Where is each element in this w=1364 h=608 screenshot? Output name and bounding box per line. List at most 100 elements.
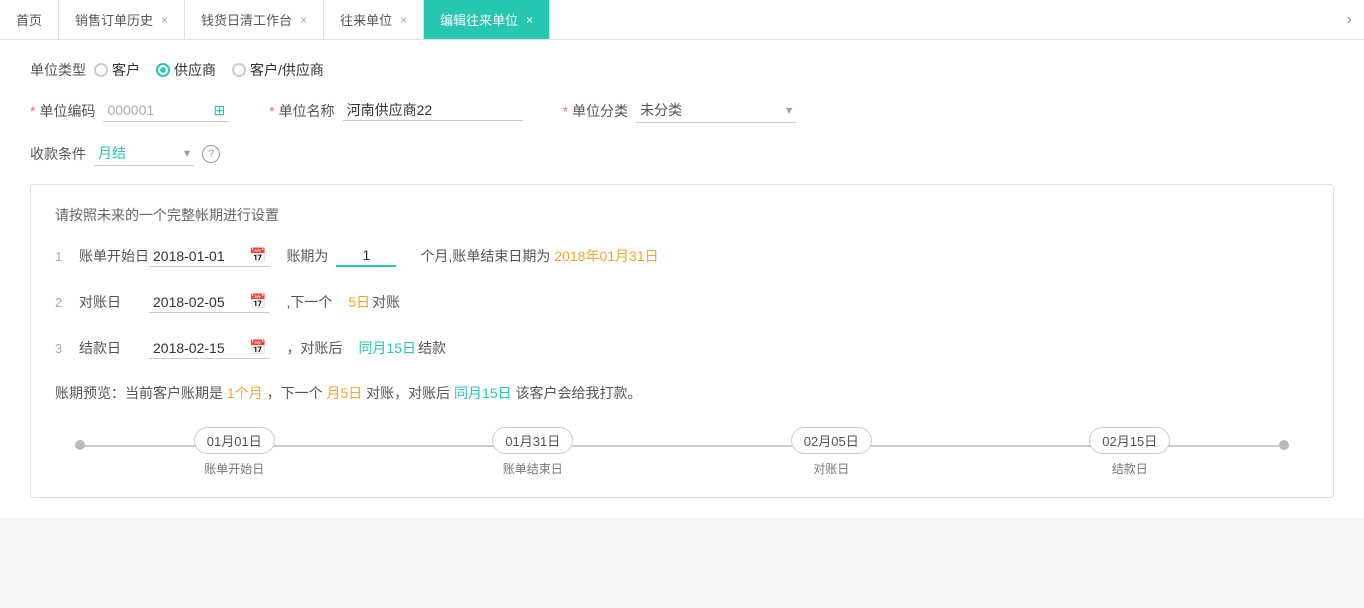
unit-category-value: 未分类 [640,100,786,120]
preview-text: 账期预览：当前客户账期是 1个月 ，下一个 月5日 对账，对账后 同月15日 该… [55,383,1309,403]
close-sales-history[interactable]: × [161,13,168,27]
help-icon[interactable]: ? [202,145,220,163]
row-num-1: 1 [55,249,79,264]
radio-supplier[interactable]: 供应商 [156,60,216,80]
unit-category-label: 单位分类 [572,101,628,121]
left-dot [75,440,85,450]
unit-name-label: 单位名称 [279,101,335,121]
unit-code-input-wrap: ⊞ [103,100,229,122]
unit-code-label: 单位编码 [39,101,95,121]
start-date-calendar-icon[interactable]: 📅 [249,247,266,264]
unit-type-label: 单位类型 [30,60,86,80]
payment-day-highlight: 同月15日 [358,338,416,358]
unit-category-group: * 单位分类 未分类 ▾ [563,98,796,123]
unit-code-group: * 单位编码 ⊞ [30,100,229,122]
payment-date-prefix: ，对账后 [286,338,342,358]
end-date-highlight: 2018年01月31日 [554,246,658,266]
row-num-3: 3 [55,341,79,356]
payment-dropdown-icon: ▾ [184,146,190,160]
reconcile-prefix: ,下一个 [286,292,332,312]
timeline-desc-1: 账单开始日 [204,460,264,477]
payment-value: 月结 [98,143,184,163]
tab-cash-work[interactable]: 钱货日清工作台 × [185,0,324,39]
reconcile-date-row: 2 对账日 📅 ,下一个 5日 对账 [55,291,1309,313]
preview-end: 该客户会给我打款。 [516,385,642,401]
unit-type-radio-group: 客户 供应商 客户/供应商 [94,60,324,80]
timeline-label-3: 02月05日 [791,427,872,454]
copy-icon[interactable]: ⊞ [213,102,225,119]
row-num-2: 2 [55,295,79,310]
tab-sales-history[interactable]: 销售订单历史 × [59,0,185,39]
payment-select[interactable]: 月结 ▾ [94,141,194,166]
preview-month: 1个月 [227,385,263,401]
radio-label-supplier: 供应商 [174,60,216,80]
tab-edit-partner[interactable]: 编辑往来单位 × [424,0,550,39]
radio-circle-both [232,63,246,77]
unit-code-input[interactable] [107,102,207,118]
timeline-desc-2: 账单结束日 [503,460,563,477]
payment-date-label: 结款日 [79,338,149,358]
timeline: 01月01日 账单开始日 01月31日 账单结束日 02月05日 对账日 [65,427,1299,477]
preview-sep2: 对账，对账后 [366,385,450,401]
category-dropdown-icon: ▾ [786,103,792,117]
reconcile-date-label: 对账日 [79,292,149,312]
radio-both[interactable]: 客户/供应商 [232,60,324,80]
main-content: 单位类型 客户 供应商 客户/供应商 * 单位编码 [0,40,1364,518]
right-dot [1279,440,1289,450]
timeline-label-4: 02月15日 [1089,427,1170,454]
payment-row: 收款条件 月结 ▾ ? [30,141,1334,166]
payment-calendar-icon[interactable]: 📅 [249,339,266,356]
unit-info-row: * 单位编码 ⊞ * 单位名称 * 单位分类 未分类 ▾ [30,98,1334,123]
tab-more-button[interactable]: › [1335,11,1364,29]
preview-15th: 同月15日 [454,385,512,401]
preview-label: 账期预览：当前客户账期是 [55,385,223,401]
timeline-label-2: 01月31日 [492,427,573,454]
unit-category-select[interactable]: 未分类 ▾ [636,98,796,123]
radio-circle-supplier [156,63,170,77]
unit-name-input[interactable] [343,100,523,121]
reconcile-calendar-icon[interactable]: 📅 [249,293,266,310]
period-prefix: 账期为 [286,246,328,266]
period-input[interactable] [336,245,396,267]
unit-type-row: 单位类型 客户 供应商 客户/供应商 [30,60,1334,80]
payment-date-row: 3 结款日 📅 ，对账后 同月15日 结款 [55,337,1309,359]
required-star-code: * [30,103,35,119]
payment-label: 收款条件 [30,144,86,164]
tab-partner-unit[interactable]: 往来单位 × [324,0,424,39]
payment-date-input[interactable] [153,340,243,356]
payment-group: 收款条件 月结 ▾ ? [30,141,220,166]
radio-customer[interactable]: 客户 [94,60,140,80]
close-partner-unit[interactable]: × [400,13,407,27]
start-date-input-wrap: 📅 [149,245,270,267]
start-date-label: 账单开始日 [79,246,149,266]
start-date-input[interactable] [153,248,243,264]
close-edit-partner[interactable]: × [526,13,533,27]
timeline-right-dot [1279,427,1289,450]
tab-home[interactable]: 首页 [0,0,59,39]
timeline-left-dot [75,427,85,450]
payment-date-input-wrap: 📅 [149,337,270,359]
reconcile-date-input-wrap: 📅 [149,291,270,313]
period-suffix: 个月,账单结束日期为 [420,246,550,266]
preview-5th: 月5日 [326,385,362,401]
unit-name-group: * 单位名称 [269,100,522,121]
radio-label-both: 客户/供应商 [250,60,324,80]
payment-date-suffix: 结款 [418,338,446,358]
reconcile-date-input[interactable] [153,294,243,310]
radio-label-customer: 客户 [112,60,140,80]
panel-hint: 请按照未来的一个完整帐期进行设置 [55,205,1309,225]
required-star-cat: * [563,103,568,119]
start-date-row: 1 账单开始日 📅 账期为 个月,账单结束日期为 2018年01月31日 [55,245,1309,267]
timeline-desc-3: 对账日 [813,460,849,477]
timeline-label-1: 01月01日 [194,427,275,454]
timeline-node-1: 01月01日 账单开始日 [194,427,275,477]
settings-panel: 请按照未来的一个完整帐期进行设置 1 账单开始日 📅 账期为 个月,账单结束日期… [30,184,1334,498]
reconcile-suffix: 对账 [372,292,400,312]
close-cash-work[interactable]: × [300,13,307,27]
radio-circle-customer [94,63,108,77]
unit-type-group: 单位类型 客户 供应商 客户/供应商 [30,60,324,80]
preview-sep1: ，下一个 [267,385,323,401]
timeline-node-3: 02月05日 对账日 [791,427,872,477]
required-star-name: * [269,103,274,119]
timeline-node-4: 02月15日 结款日 [1089,427,1170,477]
